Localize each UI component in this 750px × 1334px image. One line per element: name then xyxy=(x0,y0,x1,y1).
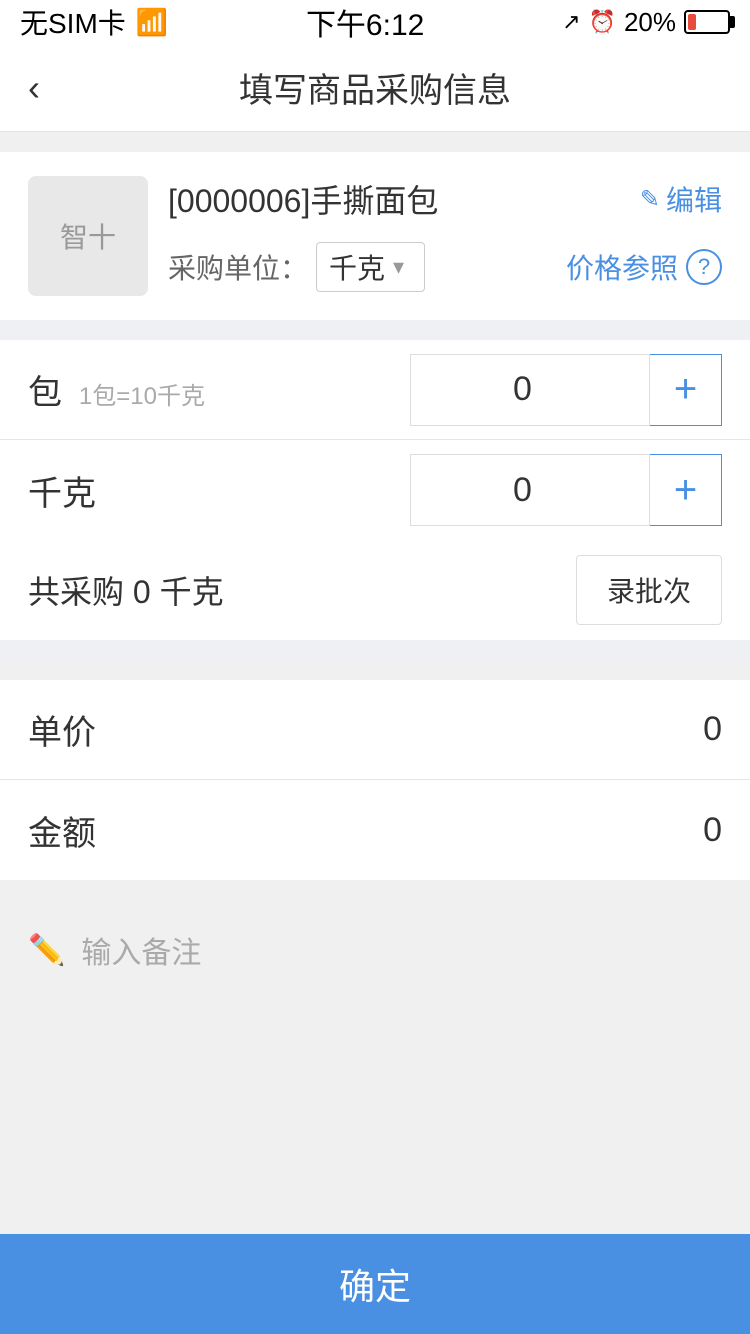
unit-dropdown[interactable]: 千克 ▾ xyxy=(316,242,425,292)
location-icon: ↗ xyxy=(562,9,580,35)
status-right: ↗ ⏰ 20% xyxy=(562,7,730,38)
product-info: [0000006]手撕面包 ✎ 编辑 采购单位： 千克 ▾ 价格参照 ? xyxy=(168,176,722,292)
bao-quantity-input[interactable] xyxy=(410,354,650,426)
qianke-plus-button[interactable]: + xyxy=(650,454,722,526)
battery-icon xyxy=(684,10,730,34)
qianke-input-row: 千克 + xyxy=(0,440,750,540)
unit-row: 采购单位： 千克 ▾ 价格参照 ? xyxy=(168,242,722,292)
chevron-down-icon: ▾ xyxy=(393,254,404,280)
edit-icon: ✎ xyxy=(640,185,660,214)
unit-price-row: 单价 0 xyxy=(0,680,750,780)
bao-label: 包 xyxy=(28,374,62,412)
unit-value: 千克 xyxy=(329,247,385,287)
bao-label-wrap: 包 1包=10千克 xyxy=(28,365,410,414)
product-name-row: [0000006]手撕面包 ✎ 编辑 xyxy=(168,176,722,222)
carrier-text: 无SIM卡 xyxy=(20,2,126,42)
wifi-icon: 📶 xyxy=(136,7,168,38)
qianke-input-control: + xyxy=(410,454,722,526)
price-ref-button[interactable]: 价格参照 ? xyxy=(566,247,722,287)
bao-sublabel: 1包=10千克 xyxy=(79,383,205,410)
unit-price-value: 0 xyxy=(703,710,722,749)
remark-section[interactable]: ✏️ 输入备注 xyxy=(0,900,750,1000)
status-time: 下午6:12 xyxy=(306,0,424,44)
bao-plus-button[interactable]: + xyxy=(650,354,722,426)
section-divider-2 xyxy=(0,640,750,660)
pencil-icon: ✏️ xyxy=(28,933,65,968)
bao-input-row: 包 1包=10千克 + xyxy=(0,340,750,440)
help-icon: ? xyxy=(686,249,722,285)
status-left: 无SIM卡 📶 xyxy=(20,2,168,42)
qianke-label-wrap: 千克 xyxy=(28,466,410,515)
back-button[interactable]: ‹ xyxy=(28,67,40,109)
edit-button[interactable]: ✎ 编辑 xyxy=(640,179,722,219)
total-purchase-text: 共采购 0 千克 xyxy=(28,567,224,613)
price-ref-label: 价格参照 xyxy=(566,247,678,287)
nav-bar: ‹ 填写商品采购信息 xyxy=(0,44,750,132)
summary-row: 共采购 0 千克 录批次 xyxy=(0,540,750,640)
confirm-button[interactable]: 确定 xyxy=(0,1234,750,1334)
qianke-label: 千克 xyxy=(28,475,96,513)
amount-value: 0 xyxy=(703,811,722,850)
status-bar: 无SIM卡 📶 下午6:12 ↗ ⏰ 20% xyxy=(0,0,750,44)
bao-input-control: + xyxy=(410,354,722,426)
edit-label: 编辑 xyxy=(666,179,722,219)
amount-label: 金额 xyxy=(28,806,96,855)
alarm-icon: ⏰ xyxy=(589,9,616,35)
input-section: 包 1包=10千克 + 千克 + xyxy=(0,340,750,540)
price-section: 单价 0 金额 0 xyxy=(0,680,750,880)
section-divider-1 xyxy=(0,320,750,340)
remark-placeholder: 输入备注 xyxy=(81,928,201,972)
product-card: 智十 [0000006]手撕面包 ✎ 编辑 采购单位： 千克 ▾ 价格参照 ? xyxy=(0,152,750,320)
amount-row: 金额 0 xyxy=(0,780,750,880)
page-title: 填写商品采购信息 xyxy=(239,63,511,112)
batch-button[interactable]: 录批次 xyxy=(576,555,722,625)
product-image: 智十 xyxy=(28,176,148,296)
product-full-name: [0000006]手撕面包 xyxy=(168,176,438,222)
battery-percent: 20% xyxy=(624,7,676,38)
unit-label: 采购单位： xyxy=(168,247,308,287)
unit-select-wrap: 采购单位： 千克 ▾ xyxy=(168,242,425,292)
product-logo-text: 智十 xyxy=(60,216,116,256)
qianke-quantity-input[interactable] xyxy=(410,454,650,526)
unit-price-label: 单价 xyxy=(28,705,96,754)
